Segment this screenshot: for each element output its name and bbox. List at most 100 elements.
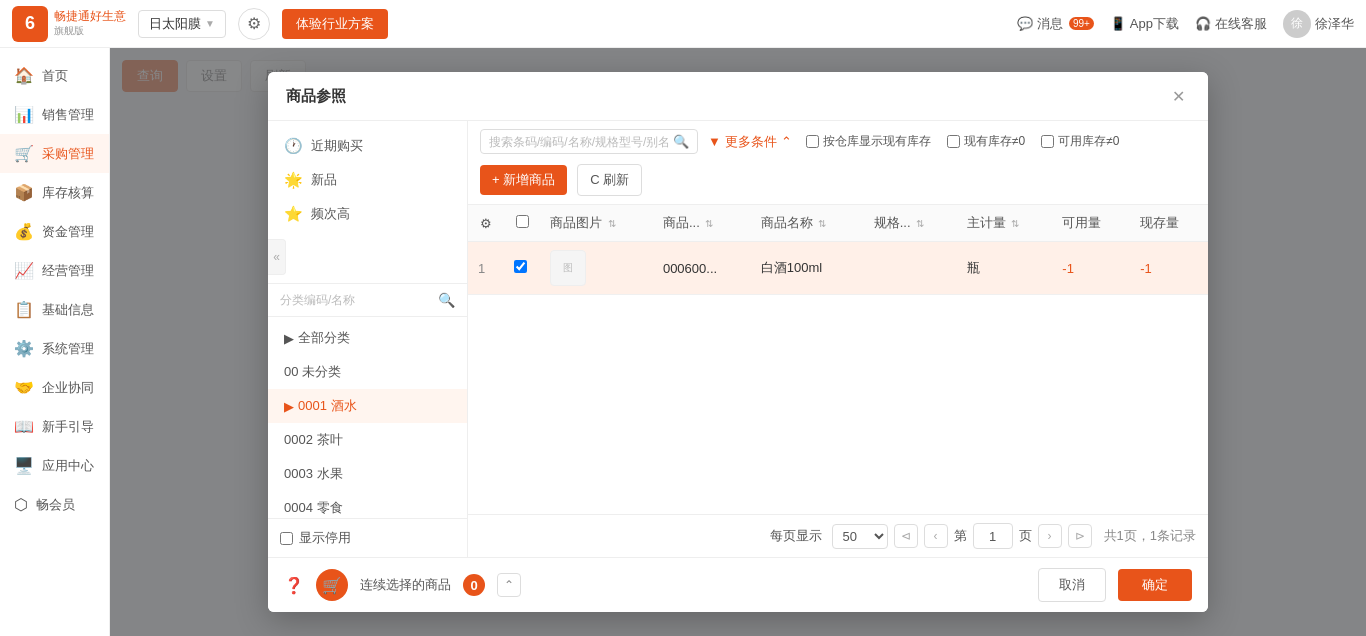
table-toolbar: 🔍 ▼ 更多条件 ⌃ 按仓库显示现有库存 (468, 121, 1208, 205)
th-image: 商品图片 ⇅ (540, 205, 653, 242)
cta-button[interactable]: 体验行业方案 (282, 9, 388, 39)
sidebar-label: 采购管理 (42, 145, 94, 163)
sidebar-item-purchase[interactable]: 🛒 采购管理 (0, 134, 109, 173)
sidebar-item-collab[interactable]: 🤝 企业协同 (0, 368, 109, 407)
nav-dropdown[interactable]: 日太阳膜 ▼ (138, 10, 226, 38)
sidebar-item-system[interactable]: ⚙️ 系统管理 (0, 329, 109, 368)
table-row[interactable]: 1 图 000600... 白酒100ml (468, 242, 1208, 295)
category-arrow: ▶ (284, 331, 294, 346)
sort-icon[interactable]: ⇅ (818, 218, 826, 229)
cb-warehouse-stock-input[interactable] (806, 135, 819, 148)
td-checkbox[interactable] (504, 242, 540, 295)
home-icon: 🏠 (14, 66, 34, 85)
th-settings[interactable]: ⚙ (468, 205, 504, 242)
page-last-button[interactable]: ⊳ (1068, 524, 1092, 548)
quick-item-new[interactable]: 🌟 新品 (268, 163, 467, 197)
cb-warehouse-stock[interactable]: 按仓库显示现有库存 (806, 133, 931, 150)
confirm-button[interactable]: 确定 (1118, 569, 1192, 601)
cb-available-stock[interactable]: 可用库存≠0 (1041, 133, 1119, 150)
sort-icon[interactable]: ⇅ (916, 218, 924, 229)
category-search-input[interactable] (280, 293, 434, 307)
purchase-icon: 🛒 (14, 144, 34, 163)
member-icon: ⬡ (14, 495, 28, 514)
add-product-button[interactable]: + 新增商品 (480, 165, 567, 195)
filter-button[interactable]: ▼ 更多条件 ⌃ (708, 133, 792, 151)
finance-icon: 💰 (14, 222, 34, 241)
page-info: 共1页，1条记录 (1104, 527, 1196, 545)
sort-icon[interactable]: ⇅ (705, 218, 713, 229)
quick-item-label: 近期购买 (311, 137, 363, 155)
td-stock: -1 (1130, 242, 1208, 295)
quick-item-label: 频次高 (311, 205, 350, 223)
sort-icon[interactable]: ⇅ (608, 218, 616, 229)
message-badge: 99+ (1069, 17, 1094, 30)
product-search-input[interactable] (489, 135, 669, 149)
cb-current-stock[interactable]: 现有库存≠0 (947, 133, 1025, 150)
category-item-all[interactable]: ▶ 全部分类 (268, 321, 467, 355)
nav-user[interactable]: 徐 徐泽华 (1283, 10, 1354, 38)
sidebar-item-home[interactable]: 🏠 首页 (0, 56, 109, 95)
cb-label-text: 现有库存≠0 (964, 133, 1025, 150)
sort-icon[interactable]: ⇅ (1011, 218, 1019, 229)
show-disabled-input[interactable] (280, 532, 293, 545)
select-all-checkbox[interactable] (516, 215, 529, 228)
nav-messages[interactable]: 💬 消息 99+ (1017, 15, 1094, 33)
category-item-0004[interactable]: 0004 零食 (268, 491, 467, 518)
show-disabled-label: 显示停用 (299, 529, 351, 547)
category-item-0002[interactable]: 0002 茶叶 (268, 423, 467, 457)
show-disabled-checkbox[interactable]: 显示停用 (280, 529, 351, 547)
quick-item-recent[interactable]: 🕐 近期购买 (268, 129, 467, 163)
th-checkbox[interactable] (504, 205, 540, 242)
category-search-icon[interactable]: 🔍 (438, 292, 455, 308)
product-image: 图 (550, 250, 586, 286)
continuous-select-label: 连续选择的商品 (360, 576, 451, 594)
category-item-0003[interactable]: 0003 水果 (268, 457, 467, 491)
cancel-button[interactable]: 取消 (1038, 568, 1106, 602)
message-icon: 💬 (1017, 16, 1033, 31)
search-icon[interactable]: 🔍 (673, 134, 689, 149)
page-first-button[interactable]: ⊲ (894, 524, 918, 548)
product-search-bar: 🔍 (480, 129, 698, 154)
sidebar-item-inventory[interactable]: 📦 库存核算 (0, 173, 109, 212)
page-size-select[interactable]: 50 100 200 (832, 524, 888, 549)
sidebar-item-member[interactable]: ⬡ 畅会员 (0, 485, 109, 524)
sidebar-item-basic-info[interactable]: 📋 基础信息 (0, 290, 109, 329)
sidebar-label: 销售管理 (42, 106, 94, 124)
sidebar-item-finance[interactable]: 💰 资金管理 (0, 212, 109, 251)
apps-icon: 🖥️ (14, 456, 34, 475)
th-name: 商品名称 ⇅ (751, 205, 864, 242)
headset-icon: 🎧 (1195, 16, 1211, 31)
page-prev-button[interactable]: ‹ (924, 524, 948, 548)
logo-text: 畅捷通好生意 (54, 9, 126, 25)
page-number-input[interactable] (973, 523, 1013, 549)
collapse-button[interactable]: « (268, 239, 286, 275)
category-tree: ▶ 全部分类 00 未分类 ▶ 0001 酒水 0002 茶 (268, 317, 467, 518)
refresh-button[interactable]: C 刷新 (577, 164, 642, 196)
sidebar-item-apps[interactable]: 🖥️ 应用中心 (0, 446, 109, 485)
cb-available-stock-input[interactable] (1041, 135, 1054, 148)
sidebar-item-sales[interactable]: 📊 销售管理 (0, 95, 109, 134)
collapse-up-button[interactable]: ⌃ (497, 573, 521, 597)
main-layout: 🏠 首页 📊 销售管理 🛒 采购管理 📦 库存核算 💰 资金管理 📈 经营管理 … (0, 48, 1366, 636)
cart-button[interactable]: 🛒 (316, 569, 348, 601)
help-icon[interactable]: ❓ (284, 576, 304, 595)
td-spec (864, 242, 957, 295)
logo-icon: 6 (12, 6, 48, 42)
row-checkbox[interactable] (514, 260, 527, 273)
td-name: 白酒100ml (751, 242, 864, 295)
category-item-0001[interactable]: ▶ 0001 酒水 (268, 389, 467, 423)
nav-customer-service[interactable]: 🎧 在线客服 (1195, 15, 1267, 33)
category-item-00[interactable]: 00 未分类 (268, 355, 467, 389)
quick-item-frequent[interactable]: ⭐ 频次高 (268, 197, 467, 231)
gear-icon[interactable]: ⚙ (238, 8, 270, 40)
modal-header: 商品参照 ✕ (268, 72, 1208, 121)
nav-app-download[interactable]: 📱 App下载 (1110, 15, 1179, 33)
modal-close-button[interactable]: ✕ (1166, 84, 1190, 108)
page-next-button[interactable]: › (1038, 524, 1062, 548)
cb-current-stock-input[interactable] (947, 135, 960, 148)
page-label-text: 第 (954, 527, 967, 545)
sidebar-item-guide[interactable]: 📖 新手引导 (0, 407, 109, 446)
sidebar-item-operations[interactable]: 📈 经营管理 (0, 251, 109, 290)
modal-footer: ❓ 🛒 连续选择的商品 0 ⌃ 取消 确定 (268, 557, 1208, 612)
collab-icon: 🤝 (14, 378, 34, 397)
